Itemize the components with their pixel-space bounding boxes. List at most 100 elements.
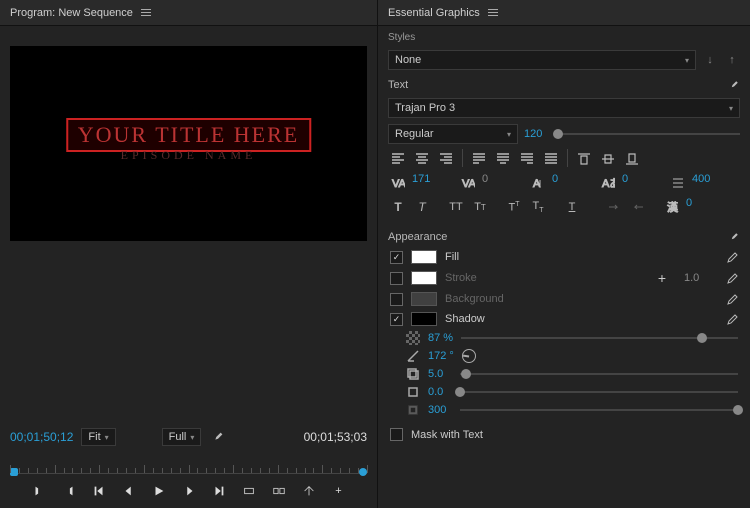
align-left-icon[interactable] [388,149,408,169]
step-forward-button[interactable] [180,482,198,500]
text-wrench-icon[interactable] [728,79,740,91]
justify-last-center-icon[interactable] [493,149,513,169]
program-panel-header: Program: New Sequence [0,0,377,26]
align-center-h-icon[interactable] [412,149,432,169]
fill-color-swatch[interactable] [411,250,437,264]
svg-text:VA: VA [462,178,475,190]
shadow-angle-value[interactable]: 172 ° [428,350,454,362]
ruler-start-handle[interactable] [10,468,18,476]
stroke-label: Stroke [445,272,477,284]
stroke-width-value[interactable]: 1.0 [684,272,708,284]
font-size-slider[interactable] [554,127,740,141]
justify-last-right-icon[interactable] [517,149,537,169]
shadow-eyedropper-icon[interactable] [724,312,738,326]
eg-panel-menu-icon[interactable] [488,9,498,16]
extract-button[interactable] [270,482,288,500]
shadow-opacity-value[interactable]: 87 % [428,332,453,344]
shadow-angle-icon [406,349,420,363]
tracking-icon: VA [388,173,408,193]
shadow-distance-slider[interactable] [460,367,738,381]
faux-bold-icon[interactable]: T [388,197,408,217]
program-monitor[interactable]: YOUR TITLE HERE EPISODE NAME [10,46,367,241]
export-frame-button[interactable] [300,482,318,500]
program-panel-menu-icon[interactable] [141,9,151,16]
leading-value[interactable]: 400 [692,173,716,193]
align-bottom-icon[interactable] [622,149,642,169]
fill-label: Fill [445,251,459,263]
push-style-down-icon[interactable]: ↓ [702,52,718,68]
background-color-swatch[interactable] [411,292,437,306]
shadow-size-value[interactable]: 0.0 [428,386,452,398]
settings-wrench-icon[interactable] [209,428,227,446]
background-eyedropper-icon[interactable] [724,292,738,306]
resolution-select[interactable]: Full▾ [162,428,202,446]
shadow-size-slider[interactable] [460,385,738,399]
current-timecode[interactable]: 00;01;50;12 [10,430,73,444]
mask-with-text-checkbox[interactable] [390,428,403,441]
go-to-out-button[interactable] [210,482,228,500]
stroke-eyedropper-icon[interactable] [724,271,738,285]
appearance-wrench-icon[interactable] [728,231,740,243]
fill-eyedropper-icon[interactable] [724,250,738,264]
faux-italic-icon[interactable]: T [412,197,432,217]
all-caps-icon[interactable]: TT [446,197,466,217]
style-select[interactable]: None▾ [388,50,696,70]
program-time-ruler[interactable] [10,452,367,474]
shadow-opacity-slider[interactable] [461,331,738,345]
ltr-icon[interactable] [604,197,624,217]
add-stroke-icon[interactable]: + [658,270,666,286]
mask-with-text-label: Mask with Text [411,429,483,441]
small-caps-icon[interactable]: TT [470,197,490,217]
go-to-in-button[interactable] [90,482,108,500]
title-selection-box[interactable]: YOUR TITLE HERE [66,118,311,152]
ruler-end-handle[interactable] [359,468,367,476]
stroke-color-swatch[interactable] [411,271,437,285]
shadow-distance-value[interactable]: 5.0 [428,368,452,380]
shadow-size-icon [406,385,420,399]
lift-button[interactable] [240,482,258,500]
shadow-blur-value[interactable]: 300 [428,404,452,416]
leading-icon [668,173,688,193]
justify-all-icon[interactable] [541,149,561,169]
styles-section-label: Styles [378,26,750,47]
underline-icon[interactable]: T [562,197,582,217]
rtl-icon[interactable] [628,197,648,217]
shadow-checkbox[interactable] [390,313,403,326]
fill-checkbox[interactable] [390,251,403,264]
justify-last-left-icon[interactable] [469,149,489,169]
program-panel-title: Program: New Sequence [10,7,133,19]
background-checkbox[interactable] [390,293,403,306]
tategaki-value[interactable]: 0 [686,197,698,217]
svg-text:漢: 漢 [667,201,678,214]
zoom-select[interactable]: Fit▾ [81,428,115,446]
subscript-icon[interactable]: TT [528,197,548,217]
title-main-text[interactable]: YOUR TITLE HERE [78,122,299,148]
step-back-button[interactable] [120,482,138,500]
tracking-value[interactable]: 171 [412,173,436,193]
align-center-v-icon[interactable] [598,149,618,169]
shadow-blur-slider[interactable] [460,403,738,417]
baseline-value[interactable]: 0 [552,173,576,193]
mark-in-button[interactable] [30,482,48,500]
font-size-value[interactable]: 120 [524,128,548,140]
tategaki-icon[interactable]: 漢 [662,197,682,217]
tsume-icon: Aあ [598,173,618,193]
push-style-up-icon[interactable]: ↑ [724,52,740,68]
align-top-icon[interactable] [574,149,594,169]
font-family-select[interactable]: Trajan Pro 3▾ [388,98,740,118]
button-editor-icon[interactable]: + [330,482,348,500]
duration-timecode[interactable]: 00;01;53;03 [304,430,367,444]
eg-panel-title: Essential Graphics [388,7,480,19]
superscript-icon[interactable]: TT [504,197,524,217]
tsume-value[interactable]: 0 [622,173,646,193]
mark-out-button[interactable] [60,482,78,500]
stroke-checkbox[interactable] [390,272,403,285]
font-weight-select[interactable]: Regular▾ [388,124,518,144]
play-button[interactable] [150,482,168,500]
align-right-icon[interactable] [436,149,456,169]
eg-panel-header: Essential Graphics [378,0,750,26]
shadow-opacity-icon [406,331,420,345]
shadow-angle-dial[interactable] [462,349,476,363]
kerning-value[interactable]: 0 [482,173,506,193]
shadow-color-swatch[interactable] [411,312,437,326]
